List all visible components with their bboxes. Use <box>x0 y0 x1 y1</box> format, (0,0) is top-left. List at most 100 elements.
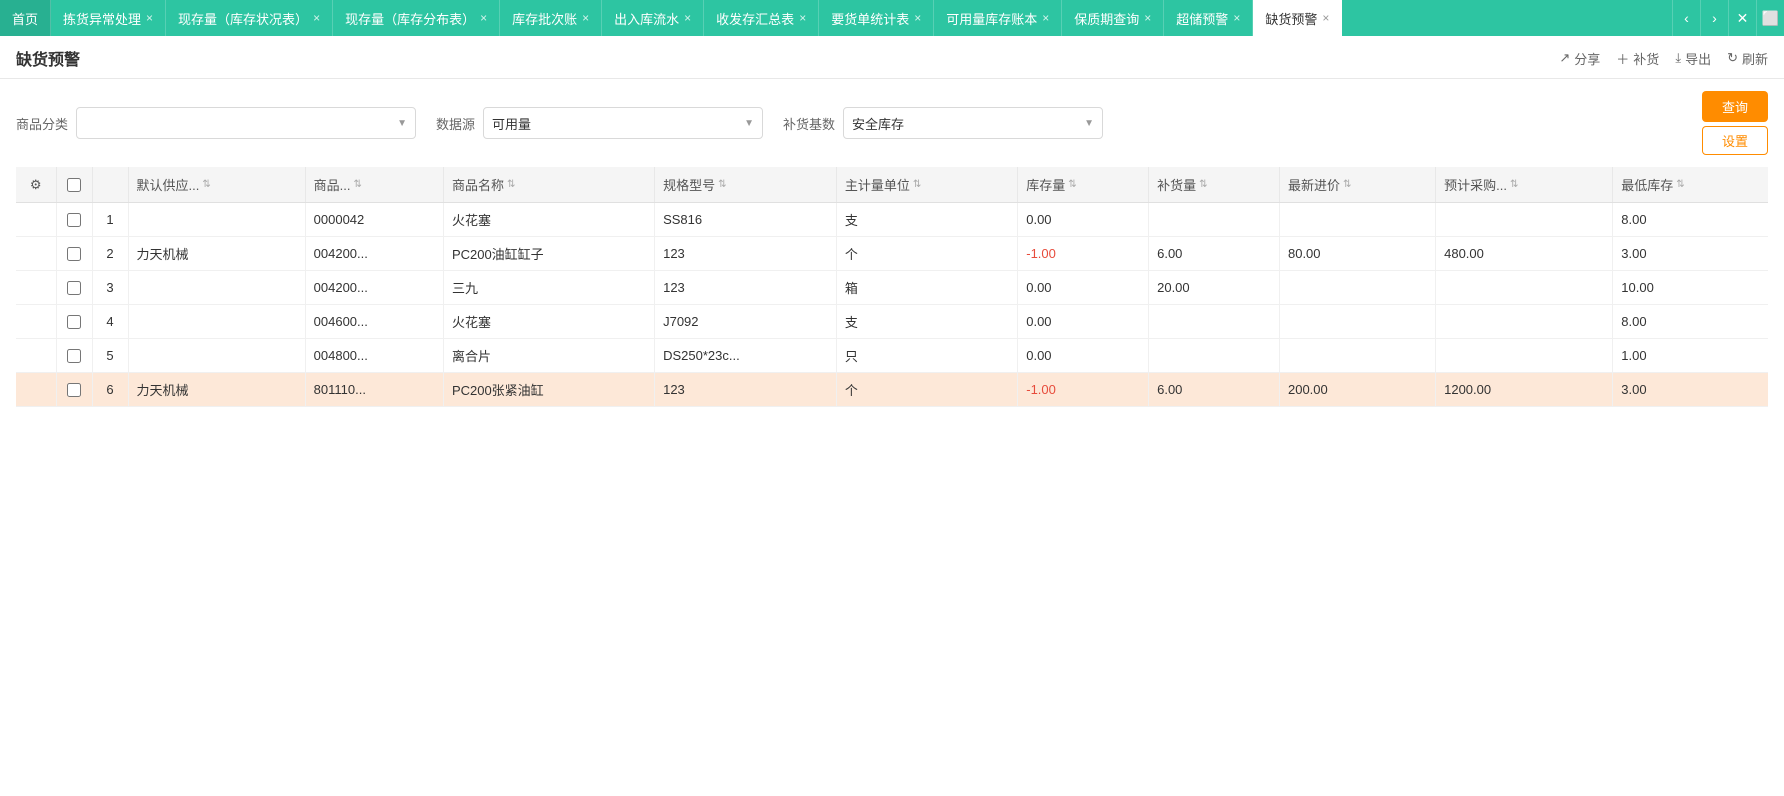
row-unit: 个 <box>836 373 1017 407</box>
tab-home[interactable]: 首页 <box>0 0 51 36</box>
tab-close-window-btn[interactable]: ✕ <box>1728 0 1756 36</box>
datasource-arrow-icon: ▼ <box>744 118 754 129</box>
row-stock: 0.00 <box>1018 271 1149 305</box>
row-checkbox-5[interactable] <box>67 349 81 363</box>
table-row: 3004200...三九123箱0.0020.0010.00 <box>16 271 1768 305</box>
th-checkbox <box>56 167 92 203</box>
replenish-icon: ＋ <box>1616 49 1629 68</box>
query-button[interactable]: 查询 <box>1702 91 1768 122</box>
tab-maximize-btn[interactable]: ⬜ <box>1756 0 1784 36</box>
th-min-stock[interactable]: 最低库存 ⇅ <box>1613 167 1768 203</box>
tab-stockout[interactable]: 缺货预警 × <box>1253 0 1342 36</box>
tab-close-stockout[interactable]: × <box>1322 11 1329 25</box>
category-select[interactable]: ▼ <box>76 107 416 139</box>
sort-icon-replenish-qty: ⇅ <box>1199 179 1207 190</box>
row-checkbox-6[interactable] <box>67 383 81 397</box>
row-checkbox-cell <box>56 237 92 271</box>
sort-icon-goods-code: ⇅ <box>354 179 362 190</box>
share-btn[interactable]: ↗ 分享 <box>1559 49 1600 68</box>
row-spec: SS816 <box>655 203 837 237</box>
datasource-select[interactable]: 可用量 ▼ <box>483 107 763 139</box>
tab-available-ledger[interactable]: 可用量库存账本 × <box>934 0 1062 36</box>
table-container: ⚙ 默认供应... ⇅ <box>0 167 1784 785</box>
tab-close-receive-summary[interactable]: × <box>799 11 806 25</box>
category-label: 商品分类 <box>16 114 68 133</box>
row-min-stock: 10.00 <box>1613 271 1768 305</box>
tab-prev-btn[interactable]: ‹ <box>1672 0 1700 36</box>
th-goods-name[interactable]: 商品名称 ⇅ <box>443 167 654 203</box>
data-table: ⚙ 默认供应... ⇅ <box>16 167 1768 407</box>
row-goods-code: 004800... <box>305 339 443 373</box>
tab-inventory-dist[interactable]: 现存量（库存分布表） × <box>333 0 500 36</box>
tab-close-available-ledger[interactable]: × <box>1042 11 1049 25</box>
filter-actions: 查询 设置 <box>1702 91 1768 155</box>
sort-icon-est-purchase: ⇅ <box>1510 179 1518 190</box>
row-replenish-qty <box>1149 339 1280 373</box>
th-unit[interactable]: 主计量单位 ⇅ <box>836 167 1017 203</box>
settings-icon[interactable]: ⚙ <box>30 177 42 192</box>
th-stock[interactable]: 库存量 ⇅ <box>1018 167 1149 203</box>
row-unit: 箱 <box>836 271 1017 305</box>
th-latest-price[interactable]: 最新进价 ⇅ <box>1279 167 1435 203</box>
row-latest-price <box>1279 305 1435 339</box>
tab-close-batch-account[interactable]: × <box>582 11 589 25</box>
filter-bar: 商品分类 ▼ 数据源 可用量 ▼ 补货基数 安全库存 ▼ 查询 设置 <box>0 79 1784 167</box>
th-goods-code[interactable]: 商品... ⇅ <box>305 167 443 203</box>
row-settings-cell <box>16 203 56 237</box>
row-stock: -1.00 <box>1018 237 1149 271</box>
tab-inout-flow[interactable]: 出入库流水 × <box>602 0 704 36</box>
table-row: 5004800...离合片DS250*23c...只0.001.00 <box>16 339 1768 373</box>
tab-close-inventory-status[interactable]: × <box>313 11 320 25</box>
row-latest-price: 80.00 <box>1279 237 1435 271</box>
row-latest-price <box>1279 339 1435 373</box>
row-spec: 123 <box>655 373 837 407</box>
row-goods-code: 004600... <box>305 305 443 339</box>
export-btn[interactable]: ⤓ 导出 <box>1675 49 1711 68</box>
row-goods-code: 801110... <box>305 373 443 407</box>
header-actions: ↗ 分享 ＋ 补货 ⤓ 导出 ↻ 刷新 <box>1559 49 1768 68</box>
table-row: 10000042火花塞SS816支0.008.00 <box>16 203 1768 237</box>
row-min-stock: 1.00 <box>1613 339 1768 373</box>
row-checkbox-2[interactable] <box>67 247 81 261</box>
th-spec[interactable]: 规格型号 ⇅ <box>655 167 837 203</box>
row-checkbox-4[interactable] <box>67 315 81 329</box>
row-checkbox-1[interactable] <box>67 213 81 227</box>
tab-close-overstock[interactable]: × <box>1233 11 1240 25</box>
row-index: 1 <box>92 203 128 237</box>
refresh-btn[interactable]: ↻ 刷新 <box>1727 49 1768 68</box>
tab-overstock[interactable]: 超储预警 × <box>1164 0 1253 36</box>
tab-close-order-stats[interactable]: × <box>914 11 921 25</box>
th-replenish-qty[interactable]: 补货量 ⇅ <box>1149 167 1280 203</box>
th-supplier[interactable]: 默认供应... ⇅ <box>128 167 305 203</box>
tab-inventory-status[interactable]: 现存量（库存状况表） × <box>166 0 333 36</box>
tab-close-exception[interactable]: × <box>146 11 153 25</box>
tab-close-expiry-query[interactable]: × <box>1144 11 1151 25</box>
tab-receive-summary[interactable]: 收发存汇总表 × <box>704 0 819 36</box>
share-icon: ↗ <box>1559 50 1570 66</box>
row-replenish-qty <box>1149 203 1280 237</box>
tab-next-btn[interactable]: › <box>1700 0 1728 36</box>
replenish-basis-label: 补货基数 <box>783 114 835 133</box>
filter-datasource-group: 数据源 可用量 ▼ <box>436 107 763 139</box>
tab-close-inventory-dist[interactable]: × <box>480 11 487 25</box>
th-est-purchase[interactable]: 预计采购... ⇅ <box>1436 167 1613 203</box>
tab-batch-account[interactable]: 库存批次账 × <box>500 0 602 36</box>
row-est-purchase: 480.00 <box>1436 237 1613 271</box>
settings-button[interactable]: 设置 <box>1702 126 1768 155</box>
row-min-stock: 3.00 <box>1613 373 1768 407</box>
th-settings[interactable]: ⚙ <box>16 167 56 203</box>
row-index: 3 <box>92 271 128 305</box>
select-all-checkbox[interactable] <box>67 178 81 192</box>
row-replenish-qty: 6.00 <box>1149 373 1280 407</box>
filter-replenish-basis-group: 补货基数 安全库存 ▼ <box>783 107 1103 139</box>
tab-expiry-query[interactable]: 保质期查询 × <box>1062 0 1164 36</box>
datasource-label: 数据源 <box>436 114 475 133</box>
replenish-btn[interactable]: ＋ 补货 <box>1616 49 1659 68</box>
replenish-basis-select[interactable]: 安全库存 ▼ <box>843 107 1103 139</box>
row-goods-name: 离合片 <box>443 339 654 373</box>
row-stock: -1.00 <box>1018 373 1149 407</box>
tab-exception[interactable]: 拣货异常处理 × <box>51 0 166 36</box>
tab-order-stats[interactable]: 要货单统计表 × <box>819 0 934 36</box>
row-checkbox-3[interactable] <box>67 281 81 295</box>
tab-close-inout-flow[interactable]: × <box>684 11 691 25</box>
